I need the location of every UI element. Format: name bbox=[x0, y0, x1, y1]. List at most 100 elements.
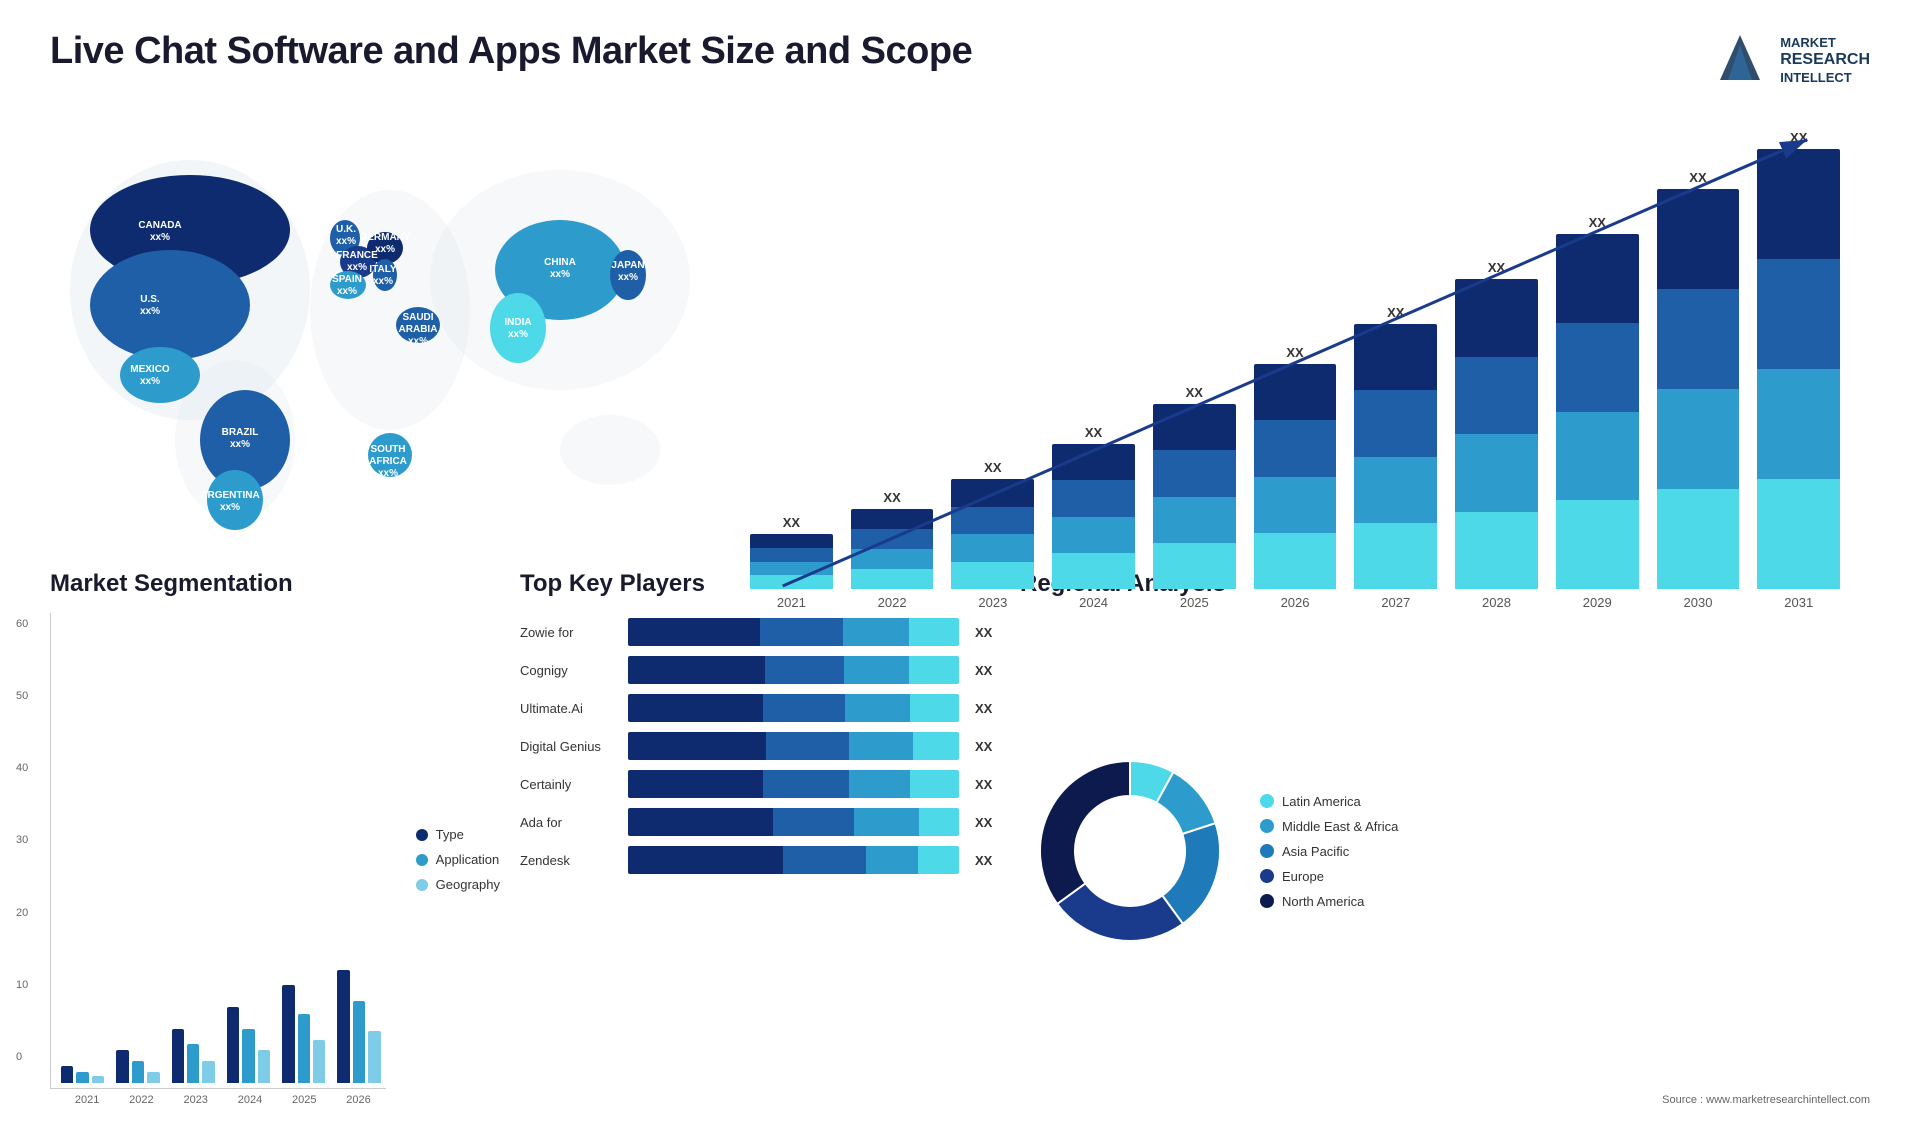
regional-legend-label: Asia Pacific bbox=[1282, 844, 1349, 859]
bar-segment bbox=[851, 509, 934, 529]
bar-year-label: 2026 bbox=[1281, 595, 1310, 610]
player-bar-segment bbox=[913, 732, 959, 760]
player-bar-segment bbox=[910, 770, 959, 798]
player-bar-segment bbox=[910, 694, 959, 722]
bar-segment bbox=[1354, 390, 1437, 456]
seg-bar-col bbox=[147, 1072, 159, 1083]
bar-segment bbox=[1455, 512, 1538, 590]
player-bar-segment bbox=[628, 846, 783, 874]
seg-bar-col bbox=[368, 1031, 380, 1083]
seg-bar-col bbox=[76, 1072, 88, 1083]
seg-bar-col bbox=[132, 1061, 144, 1083]
bar-value: XX bbox=[1286, 345, 1303, 360]
bar-value: XX bbox=[1085, 425, 1102, 440]
bar-segment bbox=[1153, 404, 1236, 450]
bar-segment bbox=[1657, 389, 1740, 489]
player-bar-segment bbox=[919, 808, 959, 836]
bar-segment bbox=[1757, 369, 1840, 479]
bar-segment bbox=[1455, 357, 1538, 435]
player-bar-container bbox=[628, 694, 959, 722]
bar-group: XX2028 bbox=[1455, 260, 1538, 610]
bar-group: XX2029 bbox=[1556, 215, 1639, 610]
svg-text:U.S.: U.S. bbox=[140, 294, 160, 305]
seg-y-label: 50 bbox=[16, 690, 28, 702]
player-row: CertainlyXX bbox=[520, 770, 1000, 798]
player-bar-segment bbox=[628, 732, 766, 760]
player-bar-segment bbox=[766, 732, 849, 760]
seg-bar-col bbox=[353, 1001, 365, 1083]
bar-value: XX bbox=[1589, 215, 1606, 230]
svg-text:AFRICA: AFRICA bbox=[369, 456, 407, 467]
source-text: Source : www.marketresearchintellect.com bbox=[1020, 1094, 1870, 1106]
player-bar-segment bbox=[628, 808, 773, 836]
svg-text:xx%: xx% bbox=[408, 336, 428, 347]
players-section: Top Key Players Zowie forXXCognigyXXUlti… bbox=[520, 570, 1000, 1106]
svg-text:SPAIN: SPAIN bbox=[332, 274, 362, 285]
player-bar-segment bbox=[849, 770, 910, 798]
bar-segment bbox=[1052, 480, 1135, 516]
svg-text:SOUTH: SOUTH bbox=[371, 444, 406, 455]
svg-text:xx%: xx% bbox=[618, 272, 638, 283]
regional-legend-label: Middle East & Africa bbox=[1282, 819, 1398, 834]
svg-text:U.K.: U.K. bbox=[336, 224, 356, 235]
player-bar-segment bbox=[628, 694, 763, 722]
seg-bar-group bbox=[61, 1066, 104, 1083]
bar-segment bbox=[1757, 479, 1840, 589]
svg-text:xx%: xx% bbox=[230, 439, 250, 450]
legend-dot bbox=[416, 854, 428, 866]
bar-segment bbox=[1354, 324, 1437, 390]
bar-segment bbox=[1556, 500, 1639, 589]
svg-text:xx%: xx% bbox=[378, 468, 398, 479]
bar-group: XX2021 bbox=[750, 515, 833, 610]
bar-segment bbox=[1657, 489, 1740, 589]
seg-legend: Type Application Geography bbox=[406, 613, 500, 1106]
bar-segment bbox=[1153, 497, 1236, 543]
regional-dot bbox=[1260, 794, 1274, 808]
bottom-grid: Market Segmentation 6050403020100 202120… bbox=[50, 570, 1870, 1106]
player-row: Ada forXX bbox=[520, 808, 1000, 836]
regional-legend-label: North America bbox=[1282, 894, 1364, 909]
bar-year-label: 2028 bbox=[1482, 595, 1511, 610]
seg-y-label: 10 bbox=[16, 979, 28, 991]
bar-segment bbox=[1455, 434, 1538, 512]
bar-segment bbox=[750, 562, 833, 576]
player-value: XX bbox=[975, 777, 1000, 792]
legend-item: Type bbox=[416, 827, 500, 842]
player-bar-segment bbox=[628, 618, 760, 646]
player-bar-segment bbox=[763, 770, 849, 798]
bar-segment bbox=[1556, 412, 1639, 501]
svg-text:xx%: xx% bbox=[347, 262, 367, 273]
player-value: XX bbox=[975, 663, 1000, 678]
bar-group: XX2027 bbox=[1354, 305, 1437, 610]
bar-year-label: 2025 bbox=[1180, 595, 1209, 610]
seg-bars-inner: 6050403020100 bbox=[50, 613, 386, 1089]
bar-segment bbox=[951, 507, 1034, 535]
svg-text:xx%: xx% bbox=[140, 306, 160, 317]
bar-stacked bbox=[1254, 364, 1337, 589]
legend-item: Geography bbox=[416, 877, 500, 892]
legend-dot bbox=[416, 879, 428, 891]
svg-text:ITALY: ITALY bbox=[369, 264, 397, 275]
seg-bar-col bbox=[298, 1014, 310, 1083]
bar-group: XX2025 bbox=[1153, 385, 1236, 610]
player-name: Zendesk bbox=[520, 853, 620, 868]
seg-bar-col bbox=[227, 1007, 239, 1083]
regional-dot bbox=[1260, 894, 1274, 908]
player-bar-segment bbox=[783, 846, 866, 874]
regional-dot bbox=[1260, 869, 1274, 883]
bar-segment bbox=[1354, 523, 1437, 589]
svg-text:xx%: xx% bbox=[337, 286, 357, 297]
svg-text:xx%: xx% bbox=[220, 502, 240, 513]
player-bar-container bbox=[628, 808, 959, 836]
svg-text:xx%: xx% bbox=[150, 232, 170, 243]
player-bar-container bbox=[628, 732, 959, 760]
bar-stacked bbox=[1657, 189, 1740, 589]
seg-chart-area: 6050403020100 202120222023202420252026 T… bbox=[50, 613, 500, 1106]
bar-value: XX bbox=[783, 515, 800, 530]
seg-bar-col bbox=[313, 1040, 325, 1083]
seg-bar-group bbox=[116, 1050, 159, 1083]
svg-text:FRANCE: FRANCE bbox=[336, 250, 378, 261]
seg-bar-col bbox=[187, 1044, 199, 1083]
seg-bar-chart: 6050403020100 202120222023202420252026 bbox=[50, 613, 386, 1106]
bar-segment bbox=[1556, 234, 1639, 323]
